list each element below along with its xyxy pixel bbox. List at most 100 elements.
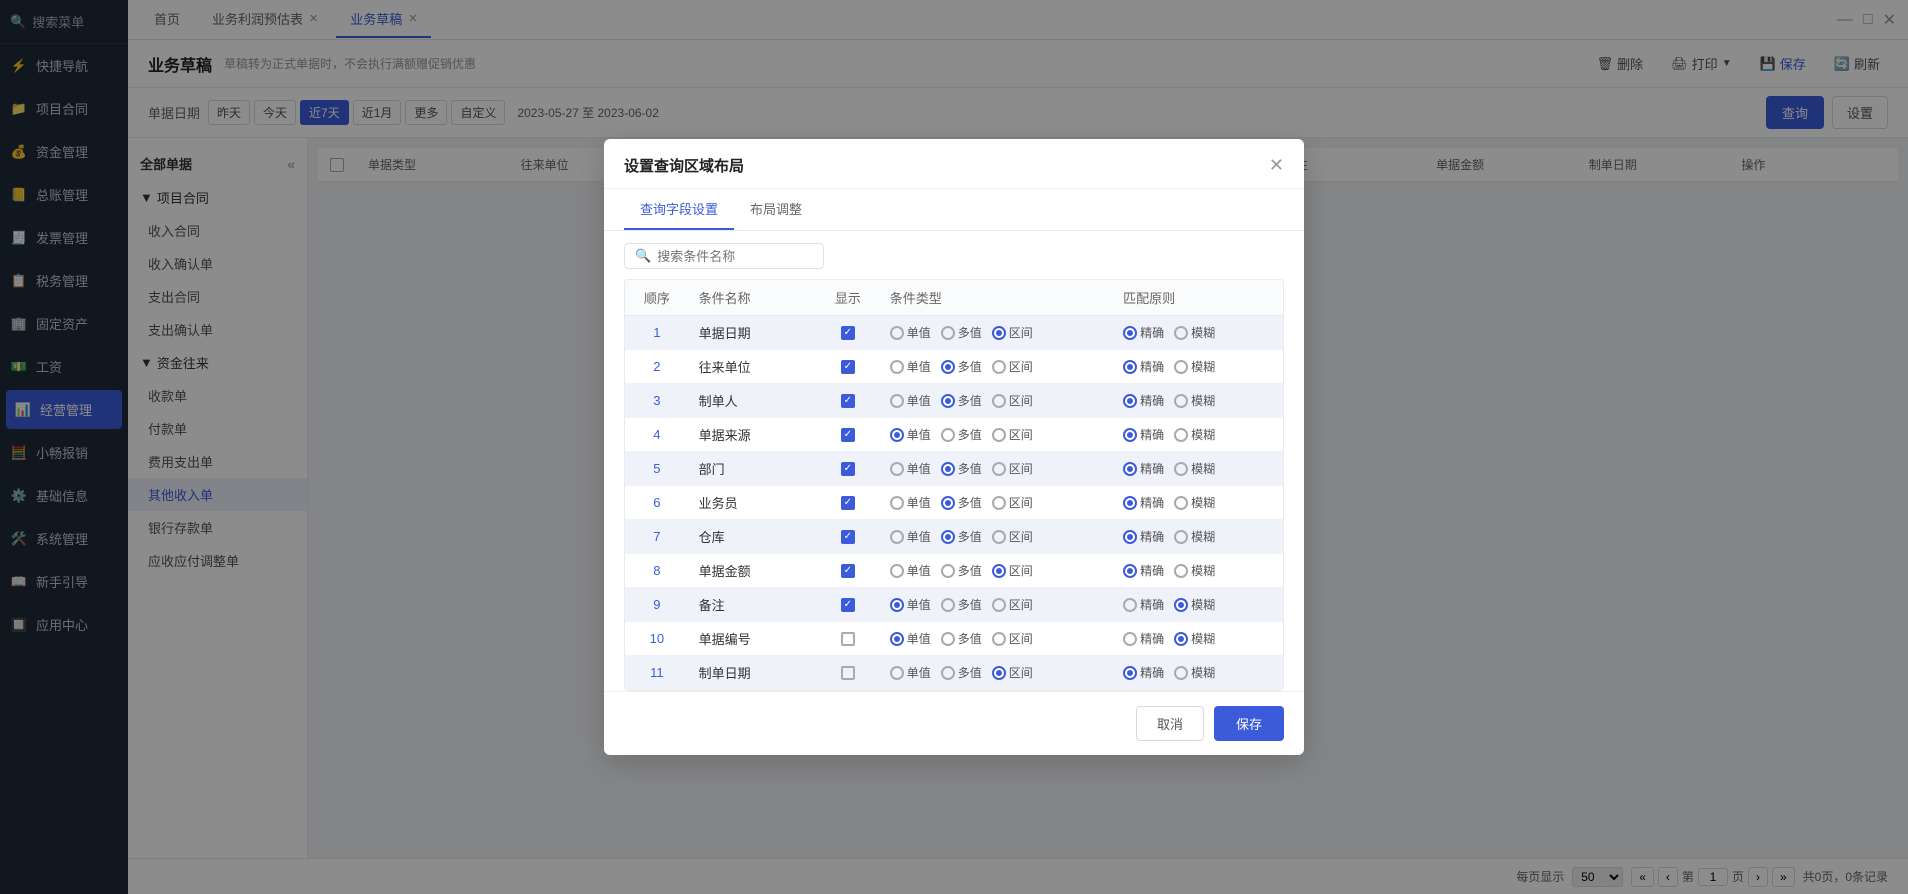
radio-circle-single [890, 666, 904, 680]
radio-match-fuzzy-9[interactable]: 模糊 [1174, 596, 1215, 613]
tab-layout[interactable]: 布局调整 [734, 189, 818, 230]
cell-show-3[interactable] [816, 384, 880, 418]
show-checkbox-6[interactable] [841, 496, 855, 510]
radio-match-exact-2[interactable]: 精确 [1123, 358, 1164, 375]
cell-show-11[interactable] [816, 656, 880, 690]
radio-type-range-7[interactable]: 区间 [992, 528, 1033, 545]
radio-type-single-6[interactable]: 单值 [890, 494, 931, 511]
show-checkbox-8[interactable] [841, 564, 855, 578]
radio-type-multi-5[interactable]: 多值 [941, 460, 982, 477]
show-checkbox-10[interactable] [841, 632, 855, 646]
show-checkbox-11[interactable] [841, 666, 855, 680]
radio-match-circle-fuzzy [1174, 530, 1188, 544]
radio-match-fuzzy-3[interactable]: 模糊 [1174, 392, 1215, 409]
radio-type-single-10[interactable]: 单值 [890, 630, 931, 647]
radio-type-range-10[interactable]: 区间 [992, 630, 1033, 647]
radio-type-range-3[interactable]: 区间 [992, 392, 1033, 409]
show-checkbox-9[interactable] [841, 598, 855, 612]
cell-name-4: 单据来源 [689, 418, 816, 452]
cancel-button[interactable]: 取消 [1136, 706, 1204, 741]
show-checkbox-2[interactable] [841, 360, 855, 374]
radio-type-multi-9[interactable]: 多值 [941, 596, 982, 613]
radio-match-exact-4[interactable]: 精确 [1123, 426, 1164, 443]
cell-show-9[interactable] [816, 588, 880, 622]
show-checkbox-1[interactable] [841, 326, 855, 340]
radio-match-fuzzy-2[interactable]: 模糊 [1174, 358, 1215, 375]
radio-type-single-5[interactable]: 单值 [890, 460, 931, 477]
cell-type-3: 单值多值区间 [880, 384, 1113, 418]
cell-show-10[interactable] [816, 622, 880, 656]
radio-match-fuzzy-7[interactable]: 模糊 [1174, 528, 1215, 545]
cell-show-6[interactable] [816, 486, 880, 520]
radio-type-range-2[interactable]: 区间 [992, 358, 1033, 375]
radio-match-fuzzy-5[interactable]: 模糊 [1174, 460, 1215, 477]
radio-type-range-9[interactable]: 区间 [992, 596, 1033, 613]
radio-type-multi-6[interactable]: 多值 [941, 494, 982, 511]
show-checkbox-3[interactable] [841, 394, 855, 408]
radio-type-single-11[interactable]: 单值 [890, 664, 931, 681]
radio-type-multi-10[interactable]: 多值 [941, 630, 982, 647]
dialog-save-button[interactable]: 保存 [1214, 706, 1284, 741]
cell-name-11: 制单日期 [689, 656, 816, 690]
show-checkbox-7[interactable] [841, 530, 855, 544]
radio-match-fuzzy-4[interactable]: 模糊 [1174, 426, 1215, 443]
radio-match-circle-fuzzy [1174, 428, 1188, 442]
radio-match-exact-5[interactable]: 精确 [1123, 460, 1164, 477]
radio-match-exact-6[interactable]: 精确 [1123, 494, 1164, 511]
radio-match-exact-8[interactable]: 精确 [1123, 562, 1164, 579]
radio-type-range-8[interactable]: 区间 [992, 562, 1033, 579]
radio-type-single-1[interactable]: 单值 [890, 324, 931, 341]
radio-circle-single [890, 360, 904, 374]
radio-type-single-7[interactable]: 单值 [890, 528, 931, 545]
radio-match-exact-1[interactable]: 精确 [1123, 324, 1164, 341]
radio-type-multi-4[interactable]: 多值 [941, 426, 982, 443]
cell-show-4[interactable] [816, 418, 880, 452]
radio-match-circle-exact [1123, 428, 1137, 442]
table-row: 4单据来源单值多值区间精确模糊 [625, 418, 1283, 452]
radio-match-fuzzy-10[interactable]: 模糊 [1174, 630, 1215, 647]
radio-type-multi-11[interactable]: 多值 [941, 664, 982, 681]
cell-show-8[interactable] [816, 554, 880, 588]
radio-match-fuzzy-8[interactable]: 模糊 [1174, 562, 1215, 579]
radio-type-multi-2[interactable]: 多值 [941, 358, 982, 375]
radio-type-multi-8[interactable]: 多值 [941, 562, 982, 579]
cell-show-7[interactable] [816, 520, 880, 554]
cell-order-2: 2 [625, 350, 689, 384]
cell-name-10: 单据编号 [689, 622, 816, 656]
radio-type-range-11[interactable]: 区间 [992, 664, 1033, 681]
dialog-search-input[interactable] [657, 249, 807, 264]
radio-match-exact-10[interactable]: 精确 [1123, 630, 1164, 647]
radio-match-fuzzy-11[interactable]: 模糊 [1174, 664, 1215, 681]
radio-type-single-8[interactable]: 单值 [890, 562, 931, 579]
radio-circle-range [992, 326, 1006, 340]
radio-match-exact-11[interactable]: 精确 [1123, 664, 1164, 681]
radio-match-exact-3[interactable]: 精确 [1123, 392, 1164, 409]
radio-type-single-4[interactable]: 单值 [890, 426, 931, 443]
radio-match-exact-9[interactable]: 精确 [1123, 596, 1164, 613]
radio-circle-multi [941, 360, 955, 374]
radio-type-range-4[interactable]: 区间 [992, 426, 1033, 443]
show-checkbox-4[interactable] [841, 428, 855, 442]
dialog-close-button[interactable]: ✕ [1269, 155, 1284, 176]
tab-field-settings[interactable]: 查询字段设置 [624, 189, 734, 230]
radio-type-multi-7[interactable]: 多值 [941, 528, 982, 545]
cell-type-10: 单值多值区间 [880, 622, 1113, 656]
radio-type-single-9[interactable]: 单值 [890, 596, 931, 613]
radio-type-single-2[interactable]: 单值 [890, 358, 931, 375]
dialog-header: 设置查询区域布局 ✕ [604, 139, 1304, 189]
modal-overlay[interactable]: 设置查询区域布局 ✕ 查询字段设置 布局调整 🔍 [0, 0, 1908, 894]
radio-type-multi-3[interactable]: 多值 [941, 392, 982, 409]
radio-circle-range [992, 530, 1006, 544]
radio-match-fuzzy-1[interactable]: 模糊 [1174, 324, 1215, 341]
radio-match-exact-7[interactable]: 精确 [1123, 528, 1164, 545]
radio-type-range-5[interactable]: 区间 [992, 460, 1033, 477]
cell-show-1[interactable] [816, 316, 880, 350]
radio-type-multi-1[interactable]: 多值 [941, 324, 982, 341]
radio-type-single-3[interactable]: 单值 [890, 392, 931, 409]
radio-type-range-1[interactable]: 区间 [992, 324, 1033, 341]
cell-show-2[interactable] [816, 350, 880, 384]
cell-show-5[interactable] [816, 452, 880, 486]
show-checkbox-5[interactable] [841, 462, 855, 476]
radio-type-range-6[interactable]: 区间 [992, 494, 1033, 511]
radio-match-fuzzy-6[interactable]: 模糊 [1174, 494, 1215, 511]
